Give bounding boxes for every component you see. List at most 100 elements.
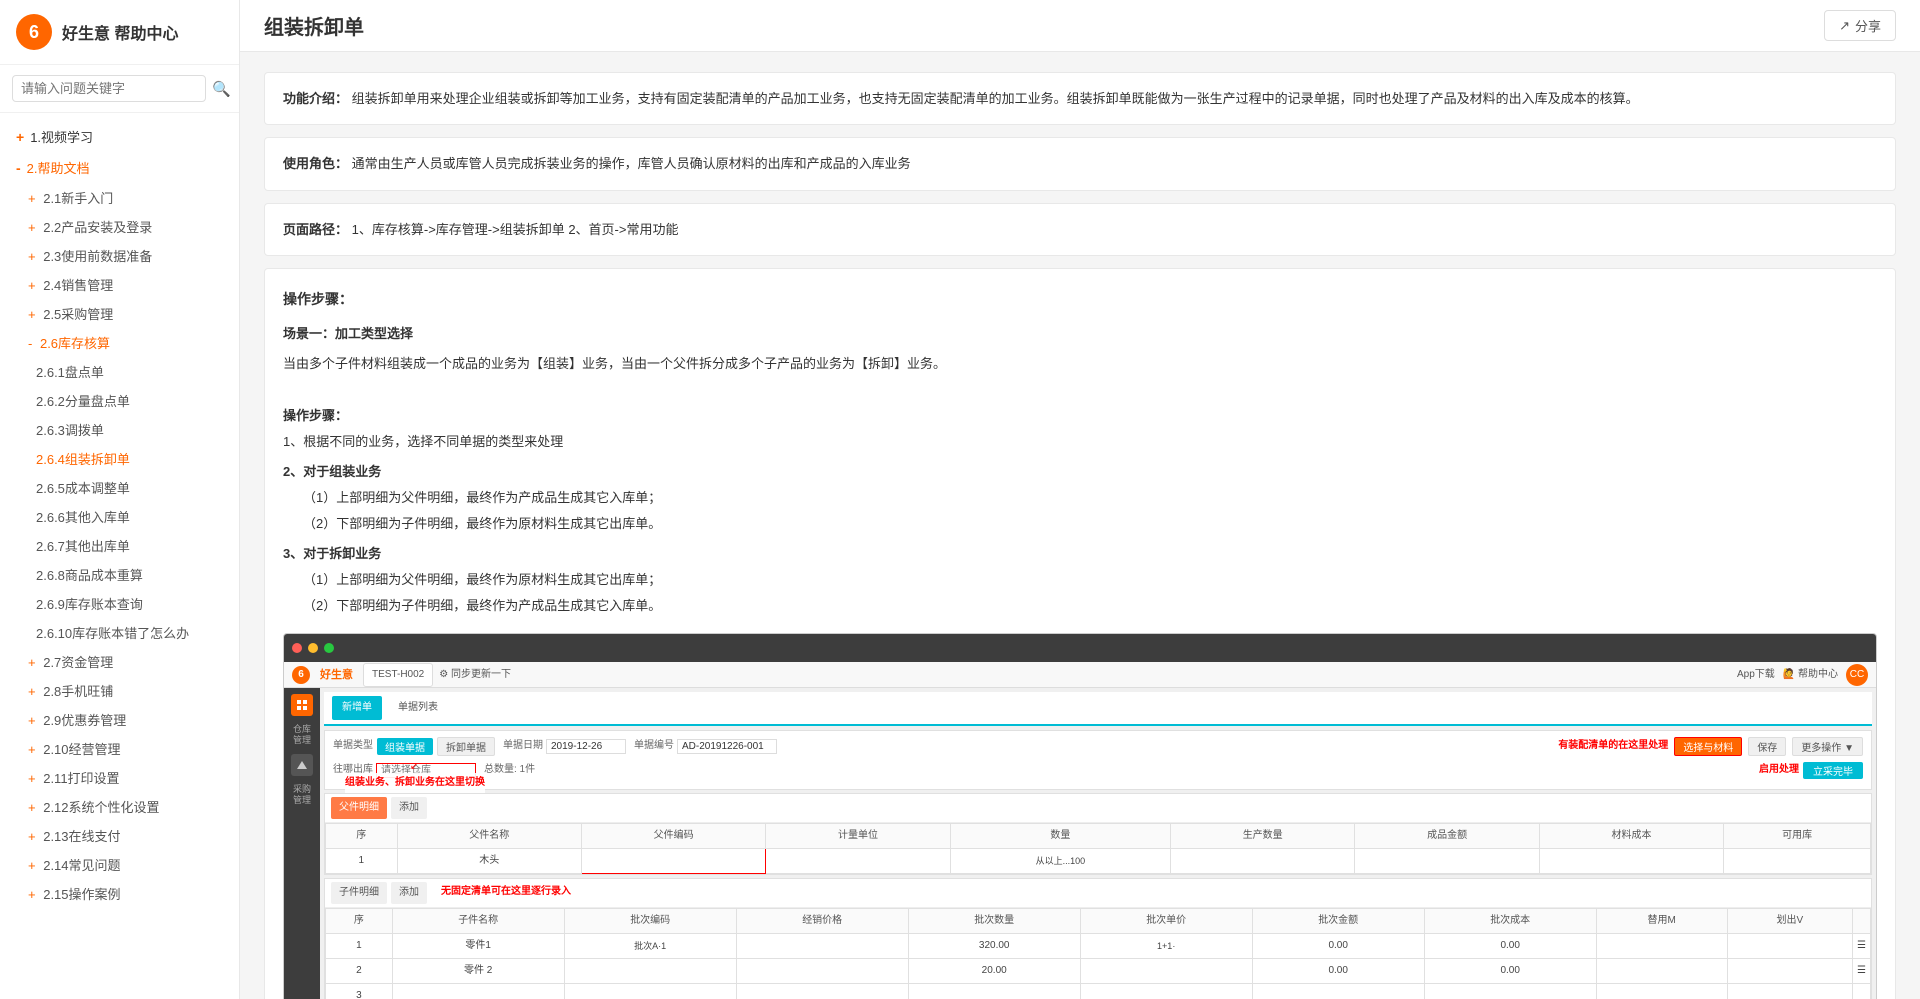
sidebar-item-2-13[interactable]: + 2.13在线支付 bbox=[0, 821, 239, 850]
func-intro-label: 功能介绍： bbox=[283, 91, 348, 106]
ss-nav-icon-1 bbox=[291, 694, 313, 716]
sidebar-item-label: 1.视频学习 bbox=[30, 127, 93, 146]
sidebar-item-video[interactable]: + 1.视频学习 bbox=[0, 121, 239, 152]
th-prod-qty: 生产数量 bbox=[1170, 824, 1354, 849]
ss-type-field: 单据类型 组装单据 拆卸单据 bbox=[333, 736, 495, 756]
sidebar-item-2-2[interactable]: + 2.2产品安装及登录 bbox=[0, 212, 239, 241]
sidebar-item-2-3[interactable]: + 2.3使用前数据准备 bbox=[0, 241, 239, 270]
ss-nav-label-1: 仓库管理 bbox=[293, 724, 311, 746]
step2-2: （2）下部明细为子件明细，最终作为原材料生成其它出库单。 bbox=[303, 511, 1877, 537]
ss-address-bar: TEST-H002 bbox=[363, 663, 433, 687]
sidebar-item-2-6-5[interactable]: 2.6.5成本调整单 bbox=[0, 473, 239, 502]
sidebar-item-label: 2.帮助文档 bbox=[27, 158, 90, 177]
func-intro-block: 功能介绍： 组装拆卸单用来处理企业组装或拆卸等加工业务，支持有固定装配清单的产品… bbox=[264, 72, 1896, 125]
path-block: 页面路径： 1、库存核算->库存管理->组装拆卸单 2、首页->常用功能 bbox=[264, 203, 1896, 256]
sidebar-item-2-9[interactable]: + 2.9优惠券管理 bbox=[0, 705, 239, 734]
plus-icon-small: + bbox=[28, 829, 36, 844]
th-no: 序 bbox=[326, 824, 398, 849]
search-input[interactable] bbox=[12, 75, 206, 102]
ss-bottom-table-area: 子件明细 添加 无固定清单可在这里逐行录入 序 子件名 bbox=[324, 878, 1872, 999]
ss-dot-yellow bbox=[308, 643, 318, 653]
screenshot-wrapper: 6 好生意 TEST-H002 ⚙ 同步更新一下 App下载 🙋 帮助中心 CC bbox=[283, 633, 1877, 999]
sidebar-item-2-14[interactable]: + 2.14常见问题 bbox=[0, 850, 239, 879]
ss-bom-area: 有装配清单的在这里处理 选择与材料 保存 更多操作 ▼ bbox=[785, 736, 1863, 756]
share-button[interactable]: ↗ 分享 bbox=[1824, 10, 1896, 41]
table-row: 1 零件1 批次A·1 320.00 1+1· 0.00 0.00 bbox=[326, 934, 1871, 959]
plus-icon-small: + bbox=[28, 771, 36, 786]
ss-type-btn-disassembly[interactable]: 拆卸单据 bbox=[437, 737, 495, 756]
ss-form-area: 新增单 单据列表 单据类型 组装单据 拆卸单据 bbox=[320, 688, 1876, 999]
sidebar-item-2-6-8[interactable]: 2.6.8商品成本重算 bbox=[0, 560, 239, 589]
ss-ann-has-bom: 有装配清单的在这里处理 bbox=[1558, 736, 1668, 756]
search-button[interactable]: 🔍 bbox=[212, 80, 231, 98]
ss-form-row2: 往哪出库 总数量: 1件 启用处理 立采完毕 bbox=[333, 760, 1863, 780]
ss-link-help: 🙋 帮助中心 bbox=[1783, 665, 1838, 685]
th-parent-code: 父件编码 bbox=[581, 824, 765, 849]
ss-type-btn-assembly[interactable]: 组装单据 bbox=[377, 738, 433, 755]
sidebar-item-2-6-10[interactable]: 2.6.10库存账本错了怎么办 bbox=[0, 618, 239, 647]
sidebar-item-2-10[interactable]: + 2.10经营管理 bbox=[0, 734, 239, 763]
op-steps-title: 操作步骤： bbox=[283, 285, 1877, 313]
ss-choose-bom-btn[interactable]: 选择与材料 bbox=[1674, 737, 1742, 756]
th-finish-amt: 成品金额 bbox=[1355, 824, 1539, 849]
func-intro-text: 组装拆卸单用来处理企业组装或拆卸等加工业务，支持有固定装配清单的产品加工业务，也… bbox=[352, 91, 1639, 106]
sidebar-item-docs[interactable]: - 2.帮助文档 bbox=[0, 152, 239, 183]
step3: 3、对于拆卸业务 bbox=[283, 541, 1877, 567]
sidebar-item-2-11[interactable]: + 2.11打印设置 bbox=[0, 763, 239, 792]
ss-form-top: 单据类型 组装单据 拆卸单据 单据日期 单据编 bbox=[324, 730, 1872, 790]
ss-bottom-table: 序 子件名称 批次编码 经销价格 批次数量 批次单价 批次金额 批次成本 bbox=[325, 908, 1871, 999]
ss-link-app: App下载 bbox=[1737, 665, 1775, 685]
sidebar-item-2-6-9[interactable]: 2.6.9库存账本查询 bbox=[0, 589, 239, 618]
sidebar-item-2-4[interactable]: + 2.4销售管理 bbox=[0, 270, 239, 299]
ss-type-label: 单据类型 bbox=[333, 736, 373, 756]
step2: 2、对于组装业务 bbox=[283, 459, 1877, 485]
sidebar-item-2-6-6[interactable]: 2.6.6其他入库单 bbox=[0, 502, 239, 531]
sidebar-item-2-12[interactable]: + 2.12系统个性化设置 bbox=[0, 792, 239, 821]
table-row: 1 木头 从以上...100 bbox=[326, 849, 1871, 874]
share-icon: ↗ bbox=[1839, 18, 1850, 34]
ss-more-btn[interactable]: 更多操作 ▼ bbox=[1792, 737, 1863, 756]
ss-process-btn[interactable]: 立采完毕 bbox=[1803, 762, 1863, 779]
sidebar-item-2-6-2[interactable]: 2.6.2分量盘点单 bbox=[0, 386, 239, 415]
ss-top-links: App下载 🙋 帮助中心 CC bbox=[1737, 664, 1868, 686]
sidebar-item-2-6-4[interactable]: 2.6.4组装拆卸单 bbox=[0, 444, 239, 473]
ss-num-field: 单据编号 bbox=[634, 736, 777, 756]
sidebar-item-2-8[interactable]: + 2.8手机旺铺 bbox=[0, 676, 239, 705]
sidebar-item-2-7[interactable]: + 2.7资金管理 bbox=[0, 647, 239, 676]
ss-tab-bar: 新增单 单据列表 bbox=[324, 692, 1872, 726]
scene1-desc: 当由多个子件材料组装成一个成品的业务为【组装】业务，当由一个父件拆分成多个子产品… bbox=[283, 351, 1877, 377]
th-mat-cost: 材料成本 bbox=[1539, 824, 1723, 849]
ss-add-btn-sub[interactable]: 添加 bbox=[391, 882, 427, 904]
sidebar-item-2-6-7[interactable]: 2.6.7其他出库单 bbox=[0, 531, 239, 560]
plus-icon-small: + bbox=[28, 249, 36, 264]
ss-left-nav: 仓库管理 采购管理 bbox=[284, 688, 320, 999]
ss-dot-red bbox=[292, 643, 302, 653]
sidebar-item-2-6-1[interactable]: 2.6.1盘点单 bbox=[0, 357, 239, 386]
table-row: 2 零件 2 20.00 0.00 0.00 bbox=[326, 959, 1871, 984]
ss-top-table-area: 父件明细 添加 序 父件名称 父件编码 bbox=[324, 793, 1872, 875]
plus-icon-small: + bbox=[28, 278, 36, 293]
sidebar-item-2-15[interactable]: + 2.15操作案例 bbox=[0, 879, 239, 908]
sidebar-item-2-6[interactable]: - 2.6库存核算 bbox=[0, 328, 239, 357]
ss-num-label: 单据编号 bbox=[634, 736, 674, 756]
logo-area: 6 好生意 帮助中心 bbox=[0, 0, 239, 65]
role-block: 使用角色： 通常由生产人员或库管人员完成拆装业务的操作，库管人员确认原材料的出库… bbox=[264, 137, 1896, 190]
ss-save-btn[interactable]: 保存 bbox=[1748, 737, 1786, 756]
sidebar-item-2-5[interactable]: + 2.5采购管理 bbox=[0, 299, 239, 328]
table-row: 3 bbox=[326, 984, 1871, 999]
plus-icon-small: + bbox=[28, 655, 36, 670]
ss-top-controls: ⚙ 同步更新一下 bbox=[439, 665, 511, 685]
op-steps-sub: 操作步骤： bbox=[283, 403, 1877, 429]
plus-icon-small: + bbox=[28, 220, 36, 235]
ss-add-btn[interactable]: 添加 bbox=[391, 797, 427, 819]
sidebar-item-2-1[interactable]: + 2.1新手入门 bbox=[0, 183, 239, 212]
top-bar: 组装拆卸单 ↗ 分享 bbox=[240, 0, 1920, 52]
sidebar-item-2-6-3[interactable]: 2.6.3调拨单 bbox=[0, 415, 239, 444]
ss-top-menubar: 6 好生意 TEST-H002 ⚙ 同步更新一下 App下载 🙋 帮助中心 CC bbox=[284, 662, 1876, 688]
ss-app-name: 好生意 bbox=[320, 664, 353, 686]
ss-date-input[interactable] bbox=[546, 739, 626, 754]
step3-2: （2）下部明细为子件明细，最终作为产成品生成其它入库单。 bbox=[303, 593, 1877, 619]
minus-icon-small: - bbox=[28, 336, 32, 351]
content-area: 功能介绍： 组装拆卸单用来处理企业组装或拆卸等加工业务，支持有固定装配清单的产品… bbox=[240, 52, 1920, 999]
ss-num-input[interactable] bbox=[677, 739, 777, 754]
